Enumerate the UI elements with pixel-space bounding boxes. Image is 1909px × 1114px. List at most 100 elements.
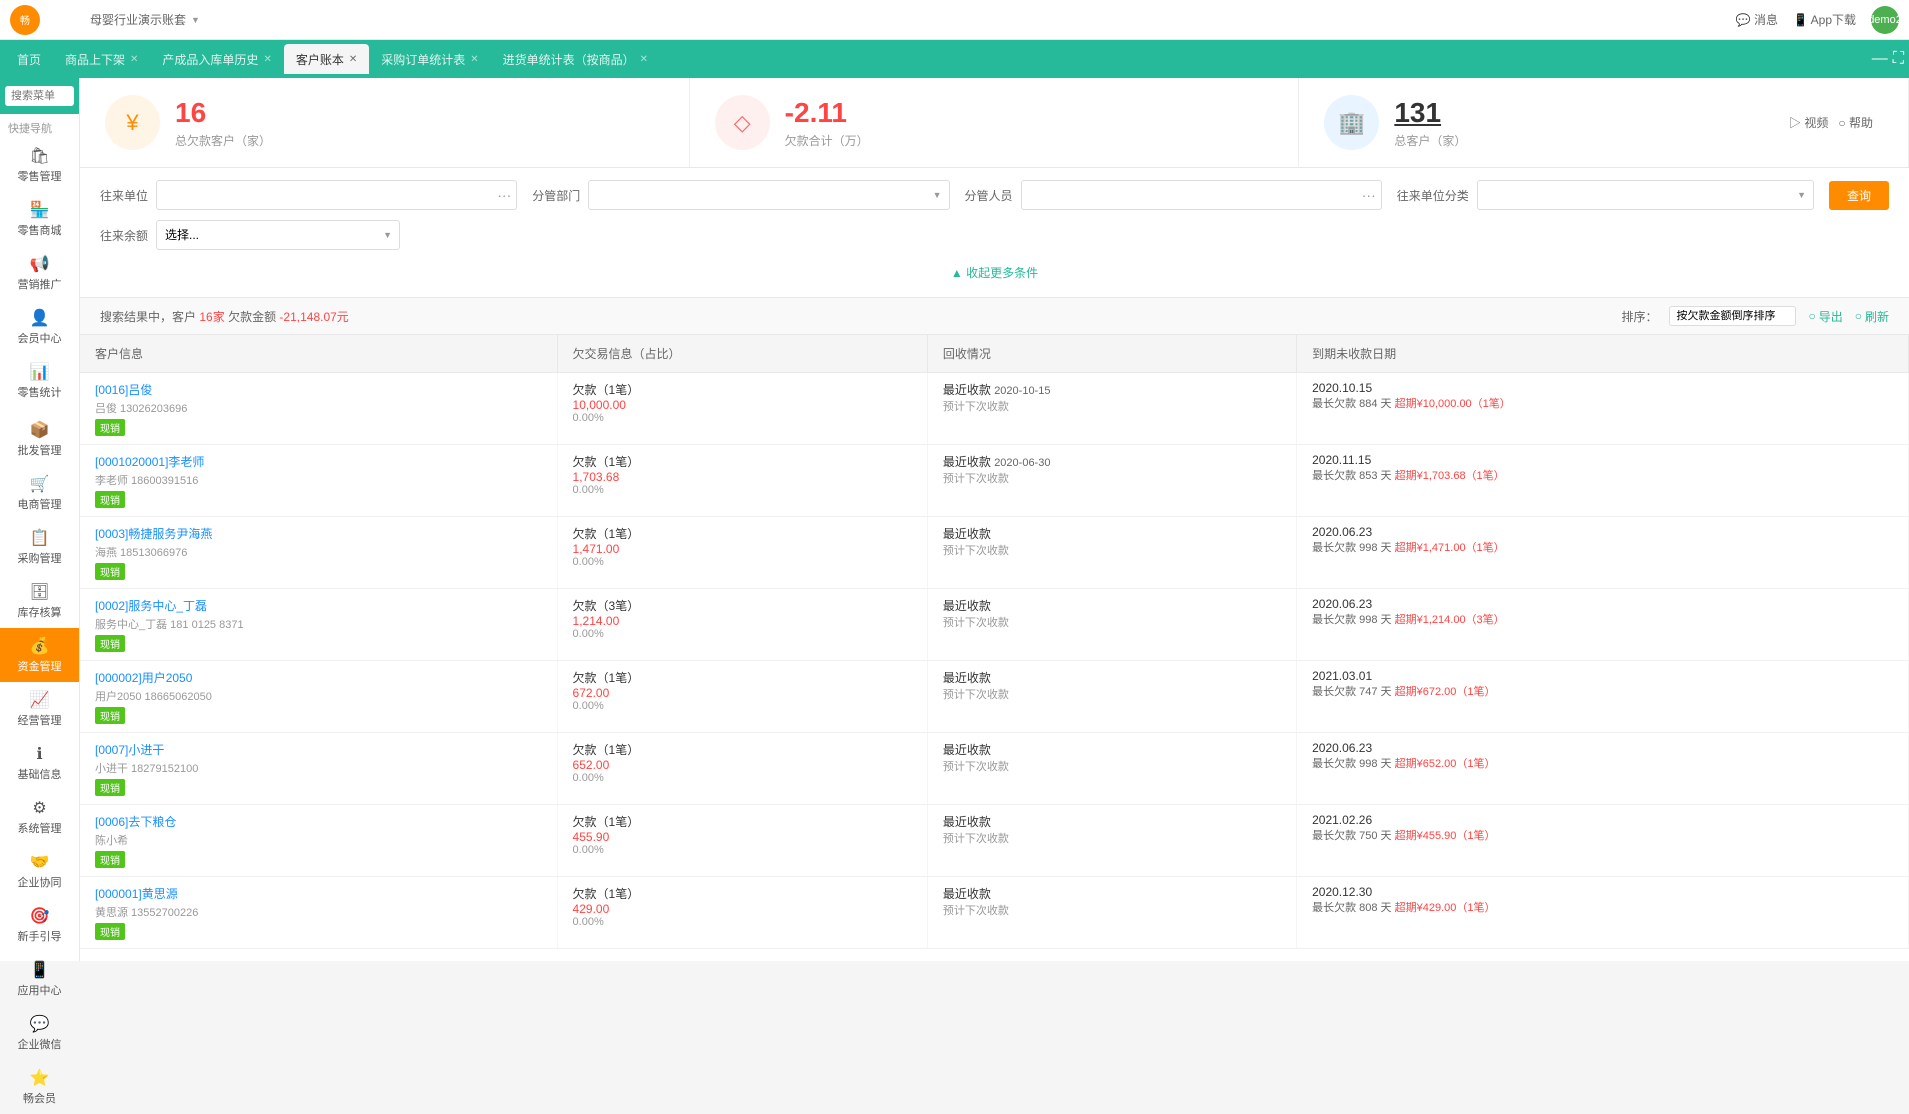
customer-name-link-5[interactable]: [0007]小进干 [95,743,164,757]
collapse-btn[interactable]: ▲ 收起更多条件 [100,260,1889,285]
max-overdue-5: 最长欠款 998 天 超期¥652.00（1笔） [1312,755,1893,771]
overdue-link-2[interactable]: 超期¥1,471.00（1笔） [1395,542,1505,554]
customer-name-link-4[interactable]: [000002]用户2050 [95,671,192,685]
sidebar-item-wholesale-mgmt[interactable]: 📦 批发管理 [0,412,79,466]
sidebar-item-member[interactable]: ⭐ 畅会员 [0,1060,79,1114]
search-button[interactable]: 查询 [1829,181,1889,210]
tab-product-history[interactable]: 产成品入库单历史 ✕ [150,44,283,74]
filter-balance-select[interactable]: 选择... [156,220,400,250]
table-body: [0016]吕俊 吕俊 13026203696 现销 欠款（1笔） 10,000… [80,373,1909,949]
tab-purchase-order[interactable]: 采购订单统计表 ✕ [369,44,490,74]
tab-close-purchase-stats[interactable]: ✕ [640,54,648,65]
result-info: 搜索结果中，客户 16家 欠款金额 -21,148.07元 [100,308,349,325]
refresh-btn[interactable]: ○ 刷新 [1855,308,1889,325]
sidebar-item-system[interactable]: ⚙ 系统管理 [0,790,79,844]
overdue-link-5[interactable]: 超期¥652.00（1笔） [1395,758,1496,770]
sidebar-item-member-center[interactable]: 👤 会员中心 [0,300,79,354]
overdue-link-0[interactable]: 超期¥10,000.00（1笔） [1395,398,1511,410]
filter-item-unit: 往来单位 ··· [100,180,517,210]
filter-input-person[interactable] [1021,180,1382,210]
sidebar-item-guide[interactable]: 🎯 新手引导 [0,898,79,952]
debt-amount-6: 455.90 [573,830,912,844]
customer-badge-7: 现销 [95,923,125,940]
avatar[interactable]: demo2 [1871,6,1899,34]
next-collect-2: 预计下次收款 [943,542,1281,558]
customer-sub-5: 小进干 18279152100 [95,760,542,776]
export-btn[interactable]: ○ 导出 [1808,308,1842,325]
th-recovery: 回收情况 [927,335,1296,373]
sidebar-item-retail-stats[interactable]: 📊 零售统计 [0,354,79,408]
sidebar-search-area [0,78,79,114]
stat-label-total: 总客户（家） [1394,132,1466,149]
cell-recovery-2: 最近收款 预计下次收款 [927,517,1296,589]
customer-name-link-3[interactable]: [0002]服务中心_丁磊 [95,599,207,613]
sidebar-item-basic-info[interactable]: ℹ 基础信息 [0,736,79,790]
sort-label: 排序： [1621,308,1657,325]
debt-amount-7: 429.00 [573,902,912,916]
video-icon: ▷ [1789,116,1801,130]
customer-name-link-2[interactable]: [0003]畅捷服务尹海燕 [95,527,212,541]
unit-dots-btn[interactable]: ··· [497,187,511,203]
tab-product-off[interactable]: 商品上下架 ✕ [53,44,150,74]
max-overdue-7: 最长欠款 808 天 超期¥429.00（1笔） [1312,899,1893,915]
overdue-link-3[interactable]: 超期¥1,214.00（3笔） [1395,614,1505,626]
collapse-icon: ▲ [951,266,963,280]
tab-close-product-off[interactable]: ✕ [130,54,138,65]
cell-debt-5: 欠款（1笔） 652.00 0.00% [557,733,927,805]
company-select[interactable]: 母婴行业演示账套 ▼ [90,11,1736,28]
tab-customer-account[interactable]: 客户账本 ✕ [284,44,369,74]
view-video-btn[interactable]: ▷ 视频 [1789,114,1828,131]
tab-bar: 首页 商品上下架 ✕ 产成品入库单历史 ✕ 客户账本 ✕ 采购订单统计表 ✕ 进… [0,40,1909,78]
table-row: [000001]黄思源 黄思源 13552700226 现销 欠款（1笔） 42… [80,877,1909,949]
overdue-link-7[interactable]: 超期¥429.00（1笔） [1395,902,1496,914]
overdue-link-6[interactable]: 超期¥455.90（1笔） [1395,830,1496,842]
app-center-icon: 📱 [30,960,50,980]
sidebar-item-inventory[interactable]: 🗄 库存核算 [0,574,79,628]
sort-select[interactable]: 按欠款金额倒序排序 [1669,306,1796,326]
customer-name-link-1[interactable]: [0001020001]李老师 [95,455,204,469]
overdue-link-1[interactable]: 超期¥1,703.68（1笔） [1395,470,1505,482]
sidebar-item-app-center[interactable]: 📱 应用中心 [0,952,79,1006]
customer-name-link-0[interactable]: [0016]吕俊 [95,383,152,397]
overdue-link-4[interactable]: 超期¥672.00（1笔） [1395,686,1496,698]
cell-customer-6: [0006]去下粮仓 陈小希 现销 [80,805,557,877]
help-btn[interactable]: ○ 帮助 [1838,114,1873,131]
tab-purchase-stats[interactable]: 进货单统计表（按商品） ✕ [491,44,660,74]
app-download-btn[interactable]: 📱 App下载 [1793,11,1856,28]
sidebar-item-retail-mall[interactable]: 🏪 零售商城 [0,192,79,246]
customer-name-link-7[interactable]: [000001]黄思源 [95,887,178,901]
table-header: 客户信息 欠交易信息（占比） 回收情况 到期未收款日期 [80,335,1909,373]
debt-amount-4: 672.00 [573,686,912,700]
sidebar-item-wechat[interactable]: 💬 企业微信 [0,1006,79,1060]
sidebar-item-marketing[interactable]: 📢 营销推广 [0,246,79,300]
sidebar-item-finance[interactable]: 💰 资金管理 [0,628,79,682]
sidebar-item-purchase-mgmt[interactable]: 📋 采购管理 [0,520,79,574]
tab-minimize-btn[interactable]: — [1872,50,1888,68]
tab-end-buttons: — ⛶ [1872,50,1904,68]
sidebar-item-retail-mgmt[interactable]: 🛍 零售管理 [0,138,79,192]
tab-close-customer-account[interactable]: ✕ [349,54,357,65]
filter-input-unit-wrap: ··· [156,180,517,210]
customer-sub-2: 海燕 18513066976 [95,544,542,560]
debt-percent-2: 0.00% [573,556,912,568]
quick-nav-label: 快捷导航 [0,114,79,138]
tab-maximize-btn[interactable]: ⛶ [1893,50,1904,68]
finance-icon: 💰 [30,636,50,656]
table-row: [000002]用户2050 用户2050 18665062050 现销 欠款（… [80,661,1909,733]
sidebar-item-enterprise[interactable]: 🤝 企业协同 [0,844,79,898]
person-dots-btn[interactable]: ··· [1362,187,1376,203]
filter-row-1: 往来单位 ··· 分管部门 分管人员 [100,180,1889,210]
filter-dept-select[interactable] [588,180,949,210]
tab-close-product-history[interactable]: ✕ [263,54,271,65]
sidebar-item-ecommerce[interactable]: 🛒 电商管理 [0,466,79,520]
stat-info-total: 131 总客户（家） [1394,97,1466,149]
filter-category-select[interactable] [1477,180,1814,210]
customer-name-link-6[interactable]: [0006]去下粮仓 [95,815,176,829]
filter-input-unit[interactable] [156,180,517,210]
tab-close-purchase-order[interactable]: ✕ [470,54,478,65]
tab-home[interactable]: 首页 [5,44,53,74]
search-input[interactable] [5,86,74,106]
message-btn[interactable]: 💬 消息 [1736,11,1778,28]
help-icon: ○ [1838,116,1845,130]
sidebar-item-operations[interactable]: 📈 经营管理 [0,682,79,736]
